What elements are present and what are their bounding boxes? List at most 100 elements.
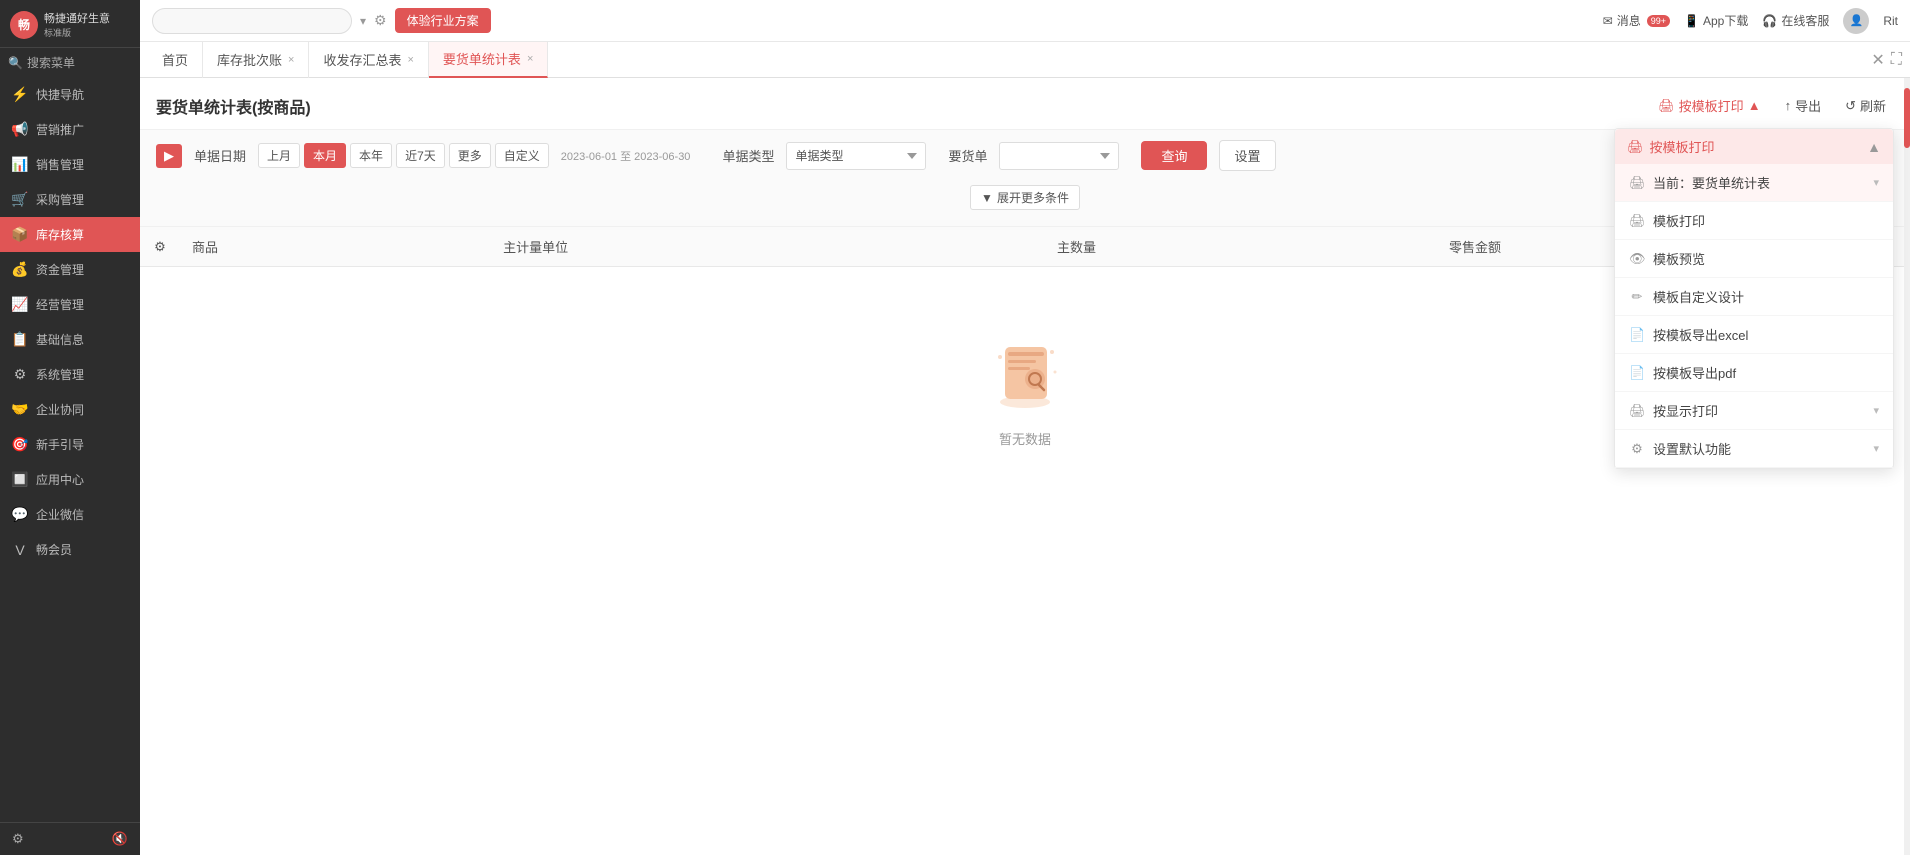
settings-icon[interactable]: ⚙: [12, 831, 24, 847]
display-print-arrow: ▾: [1873, 404, 1879, 417]
sidebar-item-finance[interactable]: 💰 资金管理: [0, 252, 140, 287]
sidebar-item-marketing[interactable]: 📢 营销推广: [0, 112, 140, 147]
set-default-arrow: ▾: [1873, 442, 1879, 455]
inventory-icon: 📦: [12, 227, 28, 243]
topbar-gear-icon[interactable]: ⚙: [374, 12, 387, 29]
date-btn-7-days[interactable]: 近7天: [396, 143, 445, 168]
sidebar-item-sales[interactable]: 📊 销售管理: [0, 147, 140, 182]
sidebar-item-app-center[interactable]: 🔲 应用中心: [0, 462, 140, 497]
export-button[interactable]: ↑ 导出: [1777, 92, 1830, 119]
template-print-button[interactable]: 🖨 按模板打印 ▲: [1650, 92, 1768, 119]
dropdown-export-pdf[interactable]: 📄 按模板导出pdf: [1615, 354, 1893, 392]
sidebar-item-inventory[interactable]: 📦 库存核算: [0, 217, 140, 252]
online-service-group[interactable]: 🎧 在线客服: [1762, 12, 1829, 29]
headset-icon: 🎧: [1762, 14, 1777, 28]
app-logo-text: 畅捷通好生意 标准版: [44, 10, 110, 39]
bill-type-select-container: 单据类型 要货单: [786, 142, 926, 170]
dropdown-export-excel[interactable]: 📄 按模板导出excel: [1615, 316, 1893, 354]
col-unit: 主计量单位: [491, 227, 1045, 267]
pdf-icon: 📄: [1629, 365, 1645, 381]
current-print-icon: 🖨: [1629, 175, 1645, 191]
topbar-chevron-icon[interactable]: ▾: [360, 14, 366, 28]
username-label: Rit: [1883, 14, 1898, 28]
sidebar-item-purchase[interactable]: 🛒 采购管理: [0, 182, 140, 217]
sidebar: 畅 畅捷通好生意 标准版 🔍 搜索菜单 ⚡ 快捷导航 📢 营销推广 📊 销售管理…: [0, 0, 140, 855]
page-title: 要货单统计表(按商品): [156, 94, 311, 118]
bill-type-select[interactable]: 单据类型 要货单: [786, 142, 926, 170]
refresh-button[interactable]: ↺ 刷新: [1837, 92, 1894, 119]
dropdown-template-print[interactable]: 🖨 模板打印: [1615, 202, 1893, 240]
dropdown-header: 🖨 按模板打印 ▲: [1615, 129, 1893, 164]
vip-icon: V: [12, 542, 28, 558]
sidebar-item-quick-nav[interactable]: ⚡ 快捷导航: [0, 77, 140, 112]
corp-wechat-icon: 💬: [12, 507, 28, 523]
goods-select[interactable]: [999, 142, 1119, 170]
date-btn-last-month[interactable]: 上月: [258, 143, 300, 168]
chevron-up-icon: ▲: [1748, 98, 1761, 113]
dropdown-template-preview[interactable]: 👁 模板预览: [1615, 240, 1893, 278]
query-button[interactable]: 查询: [1141, 141, 1207, 170]
sidebar-item-vip[interactable]: V 畅会员: [0, 532, 140, 567]
dropdown-close-icon[interactable]: ▲: [1867, 139, 1881, 155]
tab-batch-account-close[interactable]: ×: [288, 54, 294, 66]
dropdown-display-print[interactable]: 🖨 按显示打印 ▾: [1615, 392, 1893, 430]
sidebar-search-item[interactable]: 🔍 搜索菜单: [0, 48, 140, 77]
dropdown-set-default[interactable]: ⚙ 设置默认功能 ▾: [1615, 430, 1893, 468]
topbar: ▾ ⚙ 体验行业方案 ✉ 消息 99+ 📱 App下载 🎧 在线客服 👤 Rit: [140, 0, 1910, 42]
empty-icon: [980, 327, 1070, 417]
sidebar-bottom: ⚙ 🔇: [0, 822, 140, 855]
scrollbar-thumb[interactable]: [1904, 88, 1910, 148]
user-avatar[interactable]: 👤: [1843, 8, 1869, 34]
quick-nav-icon: ⚡: [12, 87, 28, 103]
tabbar: 首页 库存批次账 × 收发存汇总表 × 要货单统计表 × ✕ ⛶: [140, 42, 1910, 78]
date-btn-this-month[interactable]: 本月: [304, 143, 346, 168]
date-range-display: 2023-06-01 至 2023-06-30: [561, 148, 691, 164]
finance-icon: 💰: [12, 262, 28, 278]
page-actions: 🖨 按模板打印 ▲ ↑ 导出 ↺ 刷新: [1650, 92, 1894, 119]
tab-order-stats[interactable]: 要货单统计表 ×: [429, 42, 548, 78]
col-quantity: 主数量: [1045, 227, 1437, 267]
tab-receipts-summary[interactable]: 收发存汇总表 ×: [309, 42, 428, 78]
expand-icon: ▼: [981, 191, 993, 205]
topbar-search-input[interactable]: [152, 8, 352, 34]
app-download-icon: 📱: [1684, 14, 1699, 28]
date-btn-more[interactable]: 更多: [449, 143, 491, 168]
sidebar-item-corp-wechat[interactable]: 💬 企业微信: [0, 497, 140, 532]
tab-maximize-button[interactable]: ⛶: [1891, 51, 1902, 69]
main-area: ▾ ⚙ 体验行业方案 ✉ 消息 99+ 📱 App下载 🎧 在线客服 👤 Rit: [140, 0, 1910, 855]
col-goods: 商品: [180, 227, 491, 267]
date-btn-custom[interactable]: 自定义: [495, 143, 549, 168]
expand-more-button[interactable]: ▼ 展开更多条件: [970, 185, 1080, 210]
filter-expand-collapse[interactable]: ▶: [156, 144, 182, 168]
mute-icon[interactable]: 🔇: [112, 831, 128, 847]
col-settings[interactable]: ⚙: [140, 227, 180, 267]
tab-order-stats-close[interactable]: ×: [527, 53, 533, 65]
system-icon: ⚙: [12, 367, 28, 383]
bill-type-label: 单据类型: [722, 146, 774, 165]
sidebar-item-basic[interactable]: 📋 基础信息: [0, 322, 140, 357]
content-area: 要货单统计表(按商品) 🖨 按模板打印 ▲ ↑ 导出 ↺ 刷新: [140, 78, 1910, 855]
template-print-icon: 🖨: [1629, 213, 1645, 229]
dropdown-current-item[interactable]: 🖨 当前：要货单统计表 ▾: [1615, 164, 1893, 202]
messages-badge: 99+: [1647, 15, 1670, 27]
guide-icon: 🎯: [12, 437, 28, 453]
expand-collapse-btn-container: ▶: [156, 144, 182, 168]
sidebar-item-system[interactable]: ⚙ 系统管理: [0, 357, 140, 392]
tab-home[interactable]: 首页: [148, 42, 203, 78]
sidebar-item-guide[interactable]: 🎯 新手引导: [0, 427, 140, 462]
tab-batch-account[interactable]: 库存批次账 ×: [203, 42, 309, 78]
design-icon: ✏: [1629, 289, 1645, 305]
marketing-icon: 📢: [12, 122, 28, 138]
date-btn-this-year[interactable]: 本年: [350, 143, 392, 168]
app-download-group[interactable]: 📱 App下载: [1684, 12, 1748, 29]
sidebar-item-operations[interactable]: 📈 经营管理: [0, 287, 140, 322]
dropdown-template-design[interactable]: ✏ 模板自定义设计: [1615, 278, 1893, 316]
messages-icon: ✉: [1603, 14, 1613, 28]
settings-button[interactable]: 设置: [1219, 140, 1275, 171]
tab-close-all-button[interactable]: ✕: [1871, 50, 1884, 70]
messages-group[interactable]: ✉ 消息 99+: [1603, 12, 1670, 29]
dropdown-print-icon: 🖨: [1627, 139, 1644, 155]
trial-button[interactable]: 体验行业方案: [395, 8, 491, 33]
sidebar-item-collab[interactable]: 🤝 企业协同: [0, 392, 140, 427]
tab-receipts-summary-close[interactable]: ×: [407, 54, 413, 66]
